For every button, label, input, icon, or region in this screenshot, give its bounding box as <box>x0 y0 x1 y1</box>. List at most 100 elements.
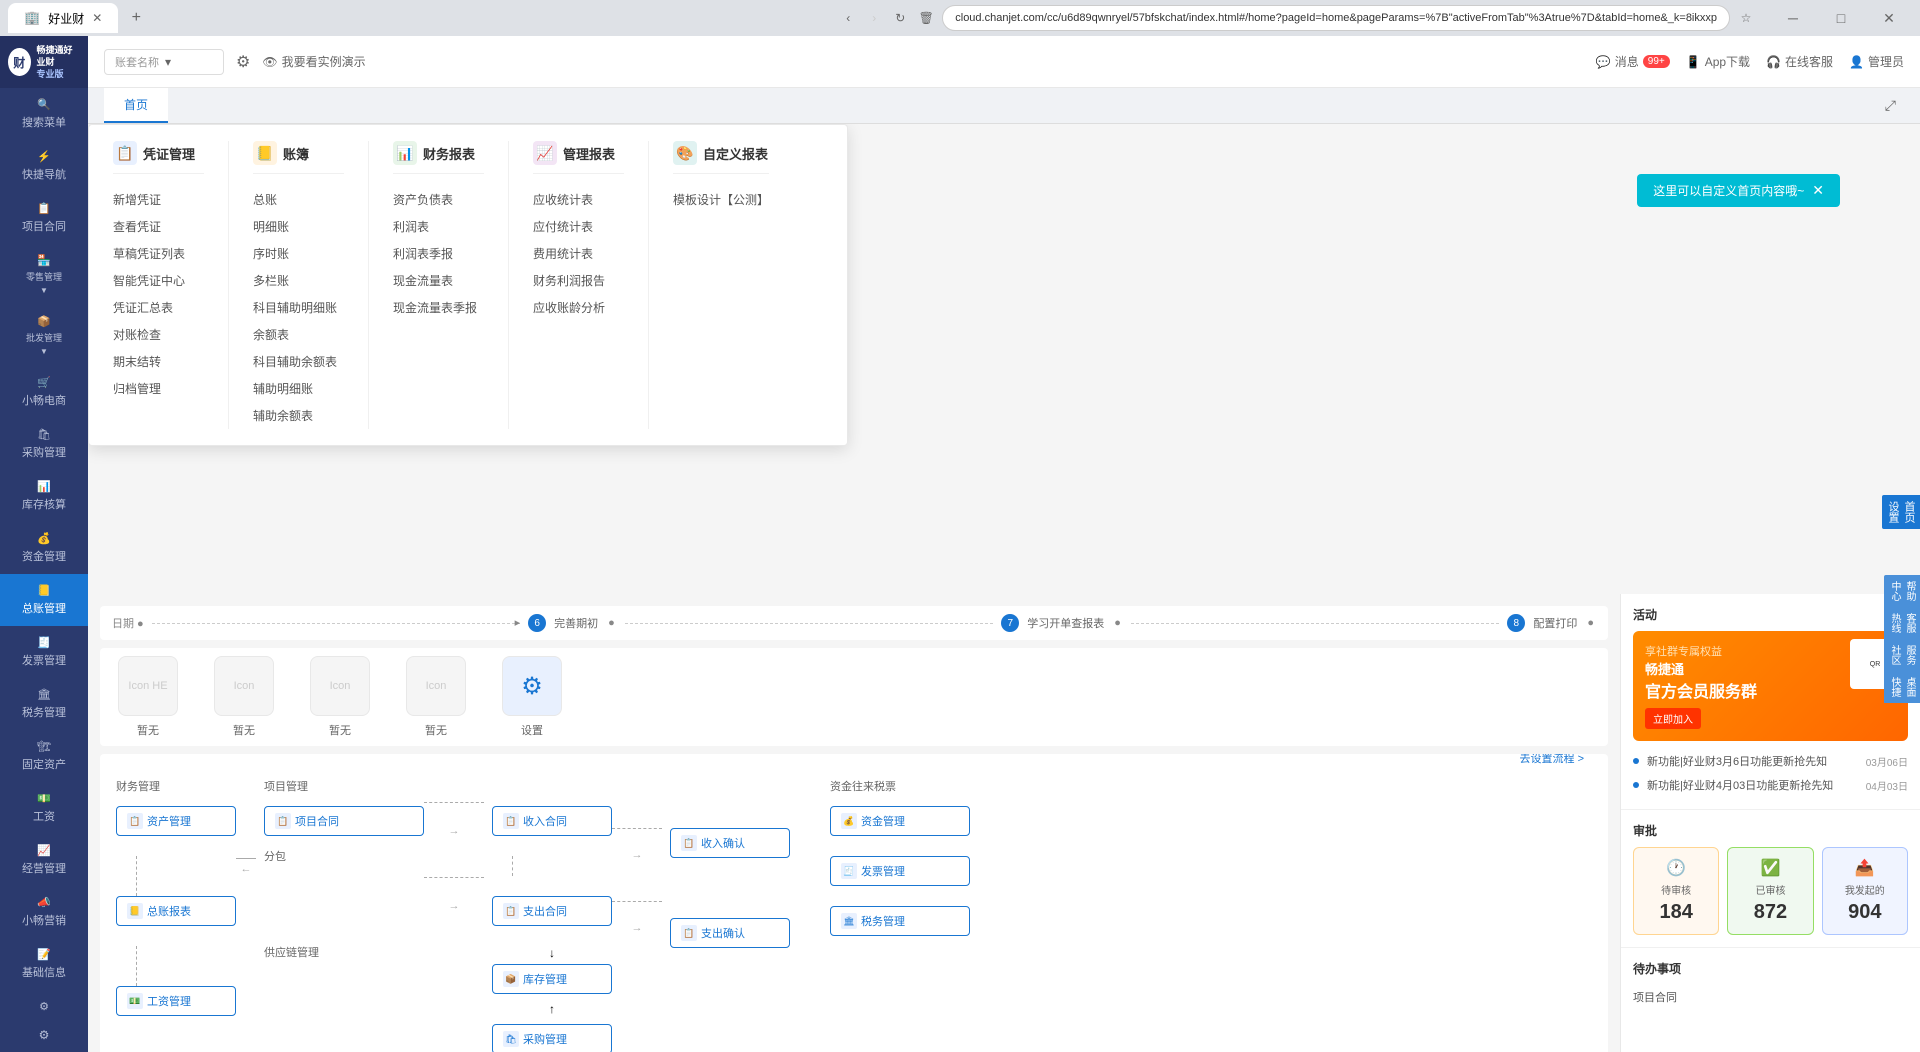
expand-icon[interactable]: ⤢ <box>1885 97 1896 114</box>
menu-item-income-quarterly[interactable]: 利润表季报 <box>393 240 484 267</box>
menu-item-new-voucher[interactable]: 新增凭证 <box>113 186 204 213</box>
menu-item-aging-analysis[interactable]: 应收账龄分析 <box>533 294 624 321</box>
menu-item-reconcile[interactable]: 对账检查 <box>113 321 204 348</box>
tab-close-icon[interactable]: ✕ <box>92 11 102 25</box>
address-bar[interactable]: cloud.chanjet.com/cc/u6d89qwnryel/57bfsk… <box>942 5 1730 31</box>
sidebar-item-invoice[interactable]: 🧾 发票管理 <box>0 626 88 678</box>
forward-button[interactable]: › <box>864 8 884 28</box>
menu-item-auxiliary-detail2[interactable]: 辅助明细账 <box>253 375 344 402</box>
menu-item-period-close[interactable]: 期末结转 <box>113 348 204 375</box>
refresh-button[interactable]: ↻ <box>890 8 910 28</box>
menu-item-view-voucher[interactable]: 查看凭证 <box>113 213 204 240</box>
menu-item-detailed-ledger[interactable]: 明细账 <box>253 213 344 240</box>
flow-box-income-contract[interactable]: 📋 收入合同 <box>492 806 612 836</box>
sidebar-item-purchase[interactable]: 🛍 采购管理 <box>0 418 88 470</box>
flow-box-asset[interactable]: 📋 资产管理 <box>116 806 236 836</box>
app-download-button[interactable]: 📱 App下载 <box>1686 53 1750 70</box>
sidebar-item-tax[interactable]: 🏛 税务管理 <box>0 678 88 730</box>
sidebar-item-wholesale[interactable]: 📦 批发管理 ▼ <box>0 305 88 366</box>
active-tab[interactable]: 🏢 好业财 ✕ <box>8 3 118 33</box>
online-service-button[interactable]: 🎧 在线客服 <box>1766 53 1833 70</box>
menu-item-sequence-ledger[interactable]: 序时账 <box>253 240 344 267</box>
sidebar-item-marketing[interactable]: 📣 小畅营销 <box>0 886 88 938</box>
customer-hotline-label[interactable]: 客服热线 <box>1884 607 1920 639</box>
delete-button[interactable]: 🗑 <box>916 8 936 28</box>
sidebar-item-account[interactable]: 📒 总账管理 <box>0 574 88 626</box>
maximize-button[interactable]: □ <box>1818 4 1864 32</box>
sidebar-item-basic[interactable]: 📝 基础信息 <box>0 938 88 990</box>
menu-item-smart-center[interactable]: 智能凭证中心 <box>113 267 204 294</box>
approval-card-done[interactable]: ✅ 已审核 872 <box>1727 847 1813 935</box>
sidebar-item-system[interactable]: ⚙ 系统管理 <box>0 990 88 1018</box>
help-center-label[interactable]: 帮助中心 <box>1884 594 1920 607</box>
flow-box-expense-confirm[interactable]: 📋 支出确认 <box>670 918 790 948</box>
company-selector[interactable]: 账套名称 ▾ <box>104 49 224 75</box>
demo-link[interactable]: 👁 我要看实例演示 <box>262 53 365 70</box>
sidebar-item-shortcut[interactable]: ⚡ 快捷导航 <box>0 140 88 192</box>
menu-item-receivable-stat[interactable]: 应收统计表 <box>533 186 624 213</box>
menu-item-auxiliary-balance[interactable]: 科目辅助余额表 <box>253 348 344 375</box>
menu-item-cashflow-quarterly[interactable]: 现金流量表季报 <box>393 294 484 321</box>
flow-box-project-contract[interactable]: 📋 项目合同 <box>264 806 424 836</box>
menu-item-draft-list[interactable]: 草稿凭证列表 <box>113 240 204 267</box>
icon-cell-3[interactable]: Icon 暂无 <box>300 656 380 738</box>
icon-cell-2[interactable]: Icon 暂无 <box>204 656 284 738</box>
flow-box-inventory[interactable]: 📦 库存管理 <box>492 964 612 994</box>
flow-box-salary[interactable]: 💵 工资管理 <box>116 986 236 1016</box>
news-item-1[interactable]: 新功能|好业财3月6日功能更新抢先知 03月06日 <box>1633 749 1908 773</box>
minimize-button[interactable]: ─ <box>1770 4 1816 32</box>
join-button[interactable]: 立即加入 <box>1645 708 1701 729</box>
flow-box-tax[interactable]: 🏛 税务管理 <box>830 906 970 936</box>
approval-card-pending[interactable]: 🕐 待审核 184 <box>1633 847 1719 935</box>
setup-flow-link[interactable]: 去设置流程 > <box>1520 754 1584 770</box>
menu-item-payable-stat[interactable]: 应付统计表 <box>533 213 624 240</box>
icon-cell-1[interactable]: Icon HE 暂无 <box>108 656 188 738</box>
sidebar-item-project[interactable]: 📋 项目合同 <box>0 192 88 244</box>
header-settings-icon[interactable]: ⚙ <box>236 52 250 72</box>
menu-item-cashflow[interactable]: 现金流量表 <box>393 267 484 294</box>
icon-cell-settings[interactable]: ⚙ 设置 <box>492 656 572 738</box>
approval-card-sent[interactable]: 📤 我发起的 904 <box>1822 847 1908 935</box>
desktop-label[interactable]: 桌面快捷 <box>1884 671 1920 703</box>
sidebar-item-assets[interactable]: 🏗 固定资产 <box>0 730 88 782</box>
flow-box-capital[interactable]: 💰 资金管理 <box>830 806 970 836</box>
service-community-label[interactable]: 服务社区 <box>1884 639 1920 671</box>
back-button[interactable]: ‹ <box>838 8 858 28</box>
message-icon: 💬 <box>1596 55 1611 69</box>
news-item-2[interactable]: 新功能|好业财4月03日功能更新抢先知 04月03日 <box>1633 773 1908 797</box>
sidebar-item-capital[interactable]: 💰 资金管理 <box>0 522 88 574</box>
menu-item-auxiliary-balance2[interactable]: 辅助余额表 <box>253 402 344 429</box>
new-tab-button[interactable]: + <box>122 4 150 32</box>
message-button[interactable]: 💬 消息 99+ <box>1596 53 1670 70</box>
sidebar-item-search[interactable]: 🔍 搜索菜单 <box>0 88 88 140</box>
bookmark-button[interactable]: ☆ <box>1736 8 1756 28</box>
menu-item-expense-stat[interactable]: 费用统计表 <box>533 240 624 267</box>
flow-box-invoice[interactable]: 🧾 发票管理 <box>830 856 970 886</box>
sidebar-item-salary[interactable]: 💵 工资 <box>0 782 88 834</box>
flow-box-expense-contract[interactable]: 📋 支出合同 <box>492 896 612 926</box>
menu-item-general-ledger[interactable]: 总账 <box>253 186 344 213</box>
user-menu-button[interactable]: 👤 管理员 <box>1849 53 1904 70</box>
sidebar-item-ops[interactable]: 📈 经营管理 <box>0 834 88 886</box>
close-button[interactable]: ✕ <box>1866 4 1912 32</box>
sidebar-item-inventory[interactable]: 📊 库存核算 <box>0 470 88 522</box>
menu-item-archive[interactable]: 归档管理 <box>113 375 204 402</box>
sidebar-logo[interactable]: 财 畅捷通好业财 专业版 <box>0 36 88 88</box>
menu-item-profit-report[interactable]: 财务利润报告 <box>533 267 624 294</box>
menu-item-auxiliary-detail[interactable]: 科目辅助明细账 <box>253 294 344 321</box>
menu-item-income[interactable]: 利润表 <box>393 213 484 240</box>
menu-item-multi-column[interactable]: 多栏账 <box>253 267 344 294</box>
sidebar-item-retail[interactable]: 🏪 零售管理 ▼ <box>0 244 88 305</box>
sidebar-settings[interactable]: ⚙ <box>29 1018 60 1052</box>
tab-home[interactable]: 首页 <box>104 88 168 123</box>
menu-item-voucher-summary[interactable]: 凭证汇总表 <box>113 294 204 321</box>
flow-box-income-confirm[interactable]: 📋 收入确认 <box>670 828 790 858</box>
menu-item-balance-table[interactable]: 余额表 <box>253 321 344 348</box>
flow-box-purchase[interactable]: 🛍 采购管理 <box>492 1024 612 1052</box>
menu-item-template-design[interactable]: 模板设计【公测】 <box>673 186 769 213</box>
sidebar-item-ecommerce[interactable]: 🛒 小畅电商 <box>0 366 88 418</box>
todo-item-project[interactable]: 项目合同 <box>1633 985 1908 1009</box>
menu-item-balance-sheet[interactable]: 资产负债表 <box>393 186 484 213</box>
icon-cell-4[interactable]: Icon 暂无 <box>396 656 476 738</box>
flow-box-general[interactable]: 📒 总账报表 <box>116 896 236 926</box>
